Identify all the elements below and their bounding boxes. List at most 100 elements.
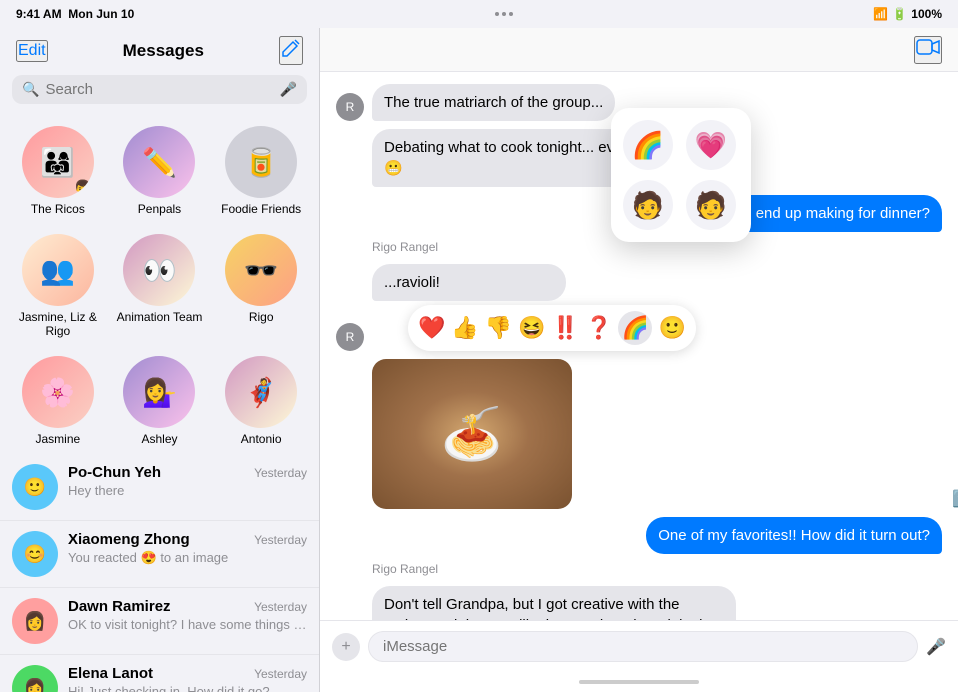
plus-button[interactable]: + bbox=[332, 633, 360, 661]
conv-info-pochun: Po-Chun Yeh Yesterday Hey there bbox=[68, 464, 307, 498]
reaction-person2[interactable]: 🧑 bbox=[686, 180, 736, 230]
reaction-heart[interactable]: 💗 bbox=[686, 120, 736, 170]
pinned-name-jasmine: Jasmine bbox=[35, 432, 80, 446]
food-image-content: 🍝 bbox=[372, 359, 572, 509]
tapback-thumbsup[interactable]: 👍 bbox=[451, 315, 478, 341]
pinned-contacts-grid: 👨‍👩‍👧 👦 The Ricos ✏️ Penpals 🥫 Foodie Fr… bbox=[0, 110, 319, 454]
pinned-avatar-penpals: ✏️ bbox=[123, 126, 195, 198]
pinned-item-penpals[interactable]: ✏️ Penpals bbox=[110, 118, 210, 224]
edit-button[interactable]: Edit bbox=[16, 40, 48, 62]
conv-preview-xiaomeng: You reacted 😍 to an image bbox=[68, 550, 307, 566]
conv-time-pochun: Yesterday bbox=[254, 466, 307, 480]
battery-icon: 🔋 bbox=[892, 7, 907, 21]
search-icon: 🔍 bbox=[22, 81, 39, 98]
conv-info-xiaomeng: Xiaomeng Zhong Yesterday You reacted 😍 t… bbox=[68, 531, 307, 566]
pinned-name-rigo: Rigo bbox=[249, 310, 274, 324]
pinned-avatar-jasmine: 🌸 bbox=[22, 356, 94, 428]
conv-item-dawn[interactable]: 👩 Dawn Ramirez Yesterday OK to visit ton… bbox=[0, 588, 319, 655]
pinned-item-jasmine[interactable]: 🌸 Jasmine bbox=[8, 348, 108, 454]
pinned-avatar-ashley: 💁‍♀️ bbox=[123, 356, 195, 428]
tapback-question[interactable]: ❓ bbox=[585, 315, 612, 341]
sidebar-title: Messages bbox=[123, 41, 204, 61]
pinned-item-rigo[interactable]: 🕶️ Rigo bbox=[211, 226, 311, 346]
pinned-item-antonio[interactable]: 🦸 Antonio bbox=[211, 348, 311, 454]
msg-image-food: 🍝 bbox=[372, 359, 572, 509]
home-indicator bbox=[320, 672, 958, 692]
tapback-thumbsdown[interactable]: 👎 bbox=[485, 315, 512, 341]
conv-name-pochun: Po-Chun Yeh bbox=[68, 464, 161, 481]
msg-row-image: 🍝 ⬆️ bbox=[336, 359, 942, 509]
pinned-name-penpals: Penpals bbox=[138, 202, 181, 216]
imessage-input[interactable] bbox=[368, 631, 918, 662]
search-bar[interactable]: 🔍 🎤 bbox=[12, 75, 307, 104]
conv-time-elena: Yesterday bbox=[254, 667, 307, 681]
pinned-item-foodie[interactable]: 🥫 Foodie Friends bbox=[211, 118, 311, 224]
conv-preview-elena: Hi! Just checking in. How did it go? bbox=[68, 684, 307, 692]
conv-info-dawn: Dawn Ramirez Yesterday OK to visit tonig… bbox=[68, 598, 307, 632]
conv-name-xiaomeng: Xiaomeng Zhong bbox=[68, 531, 190, 548]
conv-info-elena: Elena Lanot Yesterday Hi! Just checking … bbox=[68, 665, 307, 692]
home-bar bbox=[579, 680, 699, 684]
tapback-haha[interactable]: 😆 bbox=[518, 315, 545, 341]
pinned-item-animation[interactable]: 👀 Animation Team bbox=[110, 226, 210, 346]
share-icon[interactable]: ⬆️ bbox=[952, 489, 958, 509]
msg-bubble-5: One of my favorites!! How did it turn ou… bbox=[646, 517, 942, 554]
mic-icon: 🎤 bbox=[280, 81, 297, 98]
message-input-bar: + 🎤 bbox=[320, 620, 958, 672]
pinned-item-ashley[interactable]: 💁‍♀️ Ashley bbox=[110, 348, 210, 454]
conversation-list: 🙂 Po-Chun Yeh Yesterday Hey there 😊 Xiao… bbox=[0, 454, 319, 692]
conv-preview-dawn: OK to visit tonight? I have some things … bbox=[68, 617, 307, 632]
compose-button[interactable] bbox=[279, 36, 303, 65]
pinned-avatar-rigo: 🕶️ bbox=[225, 234, 297, 306]
sender-label-grandpa: Rigo Rangel bbox=[372, 562, 942, 576]
status-bar: 9:41 AM Mon Jun 10 📶 🔋 100% bbox=[0, 0, 958, 28]
msg-row-4: R ...ravioli! ❤️ 👍 👎 😆 ‼️ ❓ 🌈 bbox=[336, 264, 942, 351]
msg-avatar-rigo-2: R bbox=[336, 323, 364, 351]
msg-bubble-1: The true matriarch of the group... bbox=[372, 84, 615, 121]
pinned-avatar-ricos: 👨‍👩‍👧 👦 bbox=[22, 126, 94, 198]
status-center-dots bbox=[495, 12, 513, 16]
pinned-avatar-foodie: 🥫 bbox=[225, 126, 297, 198]
sidebar: Edit Messages 🔍 🎤 👨‍👩‍👧 👦 bbox=[0, 28, 320, 692]
chat-header bbox=[320, 28, 958, 72]
pinned-avatar-antonio: 🦸 bbox=[225, 356, 297, 428]
conv-time-xiaomeng: Yesterday bbox=[254, 533, 307, 547]
tapback-rainbow-selected[interactable]: 🌈 bbox=[618, 311, 652, 345]
tapback-row: ❤️ 👍 👎 😆 ‼️ ❓ 🌈 🙂 bbox=[408, 305, 696, 351]
wifi-icon: 📶 bbox=[873, 7, 888, 21]
pinned-name-foodie: Foodie Friends bbox=[221, 202, 301, 216]
pinned-avatar-animation: 👀 bbox=[123, 234, 195, 306]
pinned-avatar-jasmine-liz: 👥 bbox=[22, 234, 94, 306]
tapback-smiley[interactable]: 🙂 bbox=[658, 315, 685, 341]
mic-button[interactable]: 🎤 bbox=[926, 637, 946, 657]
reaction-popup[interactable]: 🌈 💗 🧑 🧑 bbox=[611, 108, 751, 242]
search-input[interactable] bbox=[45, 81, 273, 98]
reaction-rainbow[interactable]: 🌈 bbox=[623, 120, 673, 170]
reaction-person1[interactable]: 🧑 bbox=[623, 180, 673, 230]
conv-preview-pochun: Hey there bbox=[68, 483, 307, 498]
conv-item-elena[interactable]: 👩 Elena Lanot Yesterday Hi! Just checkin… bbox=[0, 655, 319, 692]
sidebar-header: Edit Messages bbox=[0, 28, 319, 69]
pinned-name-animation: Animation Team bbox=[117, 310, 203, 324]
pinned-name-ricos: The Ricos bbox=[31, 202, 85, 216]
conv-item-pochun[interactable]: 🙂 Po-Chun Yeh Yesterday Hey there bbox=[0, 454, 319, 521]
conv-time-dawn: Yesterday bbox=[254, 600, 307, 614]
video-call-button[interactable] bbox=[914, 36, 942, 64]
conv-avatar-xiaomeng: 😊 bbox=[12, 531, 58, 577]
pinned-name-jasmine-liz: Jasmine, Liz & Rigo bbox=[12, 310, 104, 338]
msg-bubble-ravioli: ...ravioli! bbox=[372, 264, 566, 301]
msg-avatar-rigo: R bbox=[336, 93, 364, 121]
pinned-item-ricos[interactable]: 👨‍👩‍👧 👦 The Ricos bbox=[8, 118, 108, 224]
msg-row-6: R Don't tell Grandpa, but I got creative… bbox=[336, 586, 942, 620]
pinned-name-ashley: Ashley bbox=[141, 432, 177, 446]
chat-area: 🌈 💗 🧑 🧑 R The true matriarch of the grou… bbox=[320, 28, 958, 692]
pinned-item-jasmine-liz[interactable]: 👥 Jasmine, Liz & Rigo bbox=[8, 226, 108, 346]
msg-bubble-grandpa: Don't tell Grandpa, but I got creative w… bbox=[372, 586, 736, 620]
status-indicators: 📶 🔋 100% bbox=[873, 7, 942, 21]
tapback-heart[interactable]: ❤️ bbox=[418, 315, 445, 341]
app-container: Edit Messages 🔍 🎤 👨‍👩‍👧 👦 bbox=[0, 28, 958, 692]
conv-avatar-dawn: 👩 bbox=[12, 598, 58, 644]
tapback-exclaim[interactable]: ‼️ bbox=[552, 315, 579, 341]
conv-item-xiaomeng[interactable]: 😊 Xiaomeng Zhong Yesterday You reacted 😍… bbox=[0, 521, 319, 588]
conv-name-elena: Elena Lanot bbox=[68, 665, 153, 682]
